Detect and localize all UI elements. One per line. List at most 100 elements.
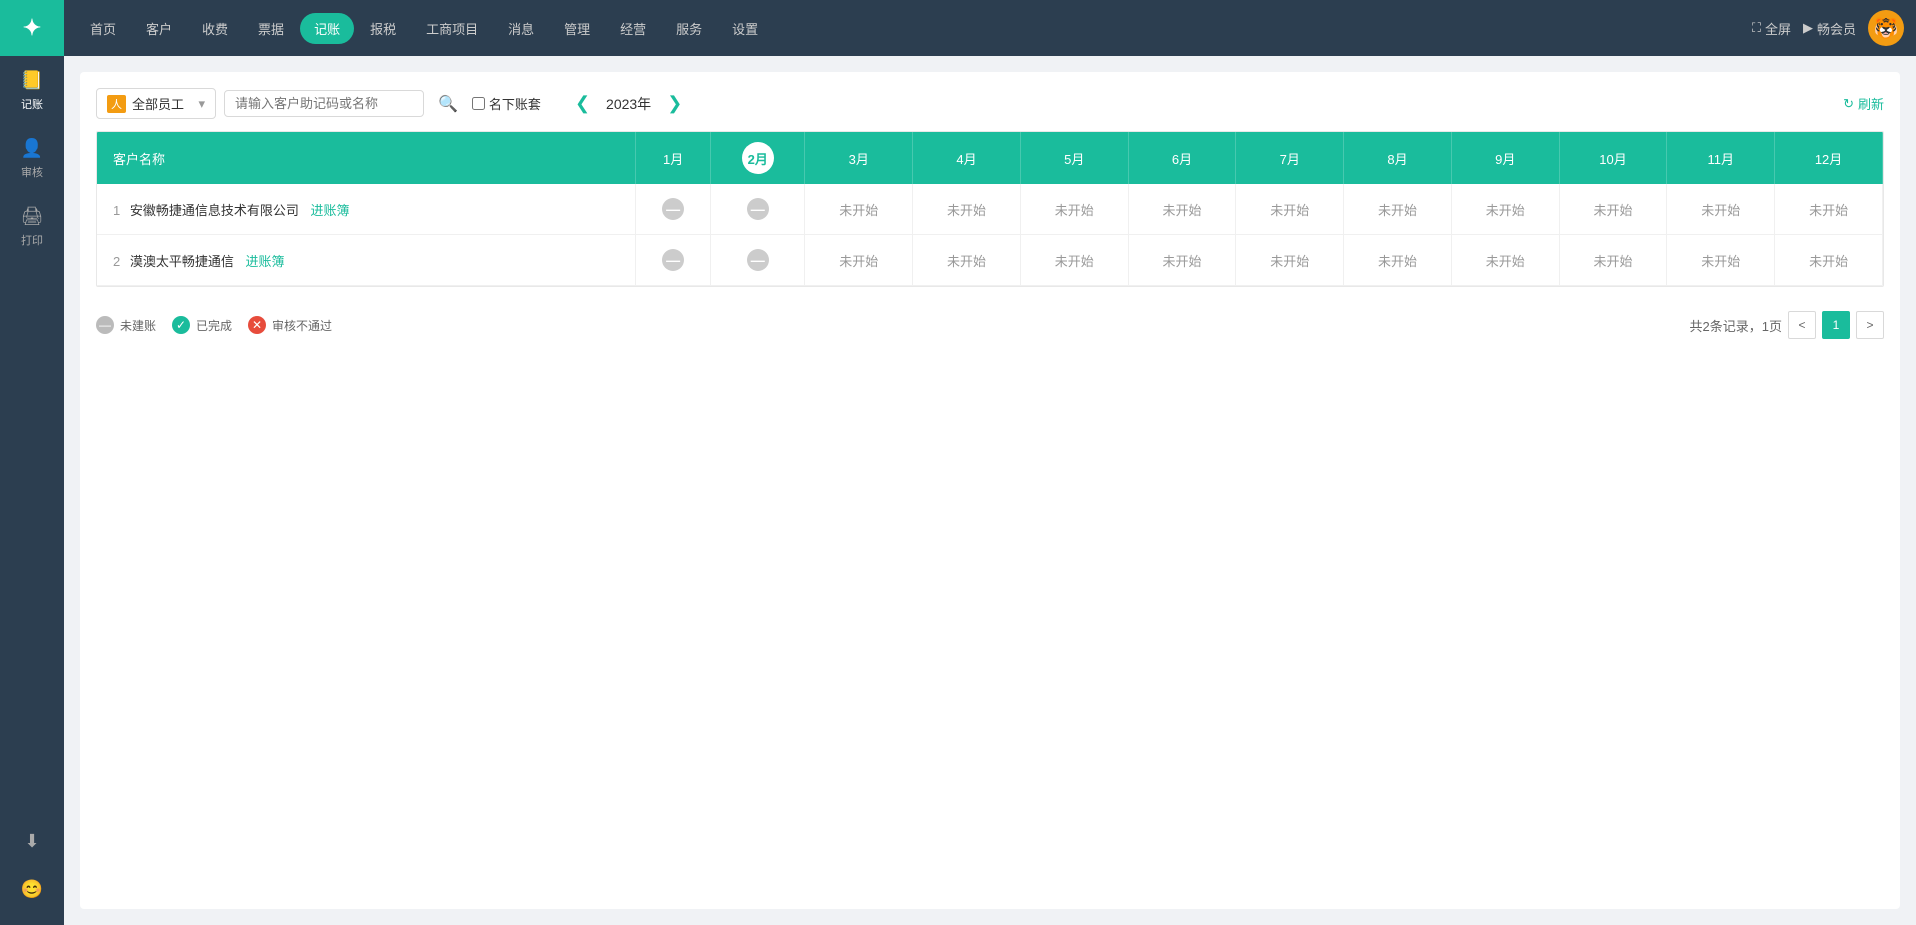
footer: — 未建账✓ 已完成✕ 审核不通过 共2条记录，1页 < 1 > [96,299,1884,339]
refresh-icon: ↻ [1843,96,1854,112]
month-cell-m2: — [711,235,805,286]
chevron-down-icon: ▾ [198,96,205,112]
month-cell-m3: 未开始 [805,235,913,286]
employee-select[interactable]: 人 全部员工 ▾ [96,88,216,119]
sidebar-item-audit[interactable]: 👤 审核 [0,124,64,192]
topnav-item-billing[interactable]: 收费 [188,13,242,44]
sidebar-item-print[interactable]: 🖨 打印 [0,192,64,260]
month-cell-m9: 未开始 [1451,184,1559,235]
sidebar-item-label-bookkeeping: 记账 [21,96,43,112]
not-started-label: 未开始 [1163,203,1202,218]
sidebar-logo[interactable]: ✦ [0,0,64,56]
enter-ledger-link[interactable]: 进账簿 [246,254,285,269]
topnav-item-management[interactable]: 管理 [550,13,604,44]
legend-dot-not-built: — [96,316,114,334]
table-row: 2 漠澳太平畅捷通信 进账簿——未开始未开始未开始未开始未开始未开始未开始未开始… [97,235,1883,286]
sidebar-item-support[interactable]: 😊 [0,865,64,913]
col-header-m7: 7月 [1236,132,1344,184]
col-header-m1: 1月 [636,132,711,184]
year-next-btn[interactable]: ❯ [661,91,688,116]
customer-name: 漠澳太平畅捷通信 [130,254,234,269]
active-month-circle: 2月 [742,142,774,174]
col-header-m11: 11月 [1667,132,1775,184]
not-started-label: 未开始 [1486,203,1525,218]
topnav-item-tax[interactable]: 报税 [356,13,410,44]
sidebar-item-label-print: 打印 [21,232,43,248]
support-icon: 😊 [20,877,44,901]
col-header-m3: 3月 [805,132,913,184]
topnav-item-business[interactable]: 工商项目 [412,13,492,44]
not-started-label: 未开始 [947,254,986,269]
not-started-label: 未开始 [1055,203,1094,218]
col-header-name: 客户名称 [97,132,636,184]
search-input[interactable] [224,90,424,117]
col-header-m2: 2月 [711,132,805,184]
user-avatar[interactable]: 🐯 [1868,10,1904,46]
col-header-m6: 6月 [1128,132,1236,184]
col-header-m9: 9月 [1451,132,1559,184]
not-started-label: 未开始 [839,203,878,218]
month-cell-m3: 未开始 [805,184,913,235]
next-page-btn[interactable]: > [1856,311,1884,339]
month-cell-m7: 未开始 [1236,235,1344,286]
checkbox-input[interactable] [472,97,485,110]
not-started-label: 未开始 [839,254,878,269]
topnav-item-bookkeeping[interactable]: 记账 [300,13,354,44]
legend-dot-completed: ✓ [172,316,190,334]
row-index: 1 [113,203,120,218]
enter-ledger-link[interactable]: 进账簿 [311,203,350,218]
month-cell-m2: — [711,184,805,235]
topnav-item-home[interactable]: 首页 [76,13,130,44]
legend-rejected: ✕ 审核不通过 [248,316,332,334]
content-area: 人 全部员工 ▾ 🔍 名下账套 ❮ 2023年 ❯ ↻ 刷新 [64,56,1916,925]
not-started-label: 未开始 [1378,203,1417,218]
fullscreen-btn[interactable]: ⛶ 全屏 [1752,19,1791,38]
topnav-item-customer[interactable]: 客户 [132,13,186,44]
audit-icon: 👤 [20,136,44,160]
search-button[interactable]: 🔍 [432,90,464,118]
sidebar-bottom: ⬇ 😊 [0,817,64,925]
sidebar: ✦ 📒 记账👤 审核🖨 打印 ⬇ 😊 [0,0,64,925]
status-dash-icon: — [662,249,684,271]
month-cell-m12: 未开始 [1775,235,1883,286]
not-started-label: 未开始 [1809,254,1848,269]
month-cell-m6: 未开始 [1128,184,1236,235]
status-dash-icon: — [662,198,684,220]
customer-name-cell: 1 安徽畅捷通信息技术有限公司 进账簿 [97,184,636,235]
fullscreen-label: 全屏 [1765,19,1791,38]
checkbox-label[interactable]: 名下账套 [472,94,541,113]
topnav-item-service[interactable]: 服务 [662,13,716,44]
year-prev-btn[interactable]: ❮ [569,91,596,116]
not-started-label: 未开始 [1594,254,1633,269]
month-cell-m11: 未开始 [1667,184,1775,235]
sidebar-item-bookkeeping[interactable]: 📒 记账 [0,56,64,124]
topnav-item-settings[interactable]: 设置 [718,13,772,44]
vip-btn[interactable]: ▶ 畅会员 [1803,19,1856,38]
refresh-button[interactable]: ↻ 刷新 [1843,94,1884,113]
not-started-label: 未开始 [1809,203,1848,218]
year-display: 2023年 [606,94,651,114]
legend-dot-rejected: ✕ [248,316,266,334]
topnav: 首页客户收费票据记账报税工商项目消息管理经营服务设置 ⛶ 全屏 ▶ 畅会员 🐯 [64,0,1916,56]
fullscreen-icon: ⛶ [1752,20,1761,36]
col-header-m4: 4月 [913,132,1021,184]
month-cell-m4: 未开始 [913,235,1021,286]
topnav-right: ⛶ 全屏 ▶ 畅会员 🐯 [1752,10,1904,46]
topnav-item-operation[interactable]: 经营 [606,13,660,44]
current-page-btn[interactable]: 1 [1822,311,1850,339]
month-cell-m10: 未开始 [1559,184,1667,235]
not-started-label: 未开始 [1701,203,1740,218]
pagination-total: 共2条记录，1页 [1690,316,1782,335]
vip-icon: ▶ [1803,20,1813,36]
not-started-label: 未开始 [947,203,986,218]
not-started-label: 未开始 [1594,203,1633,218]
month-cell-m12: 未开始 [1775,184,1883,235]
sidebar-item-download[interactable]: ⬇ [0,817,64,865]
table-container: 客户名称1月2月3月4月5月6月7月8月9月10月11月12月 1 安徽畅捷通信… [96,131,1884,287]
topnav-item-invoice[interactable]: 票据 [244,13,298,44]
month-cell-m1: — [636,184,711,235]
month-cell-m4: 未开始 [913,184,1021,235]
pagination: 共2条记录，1页 < 1 > [1690,311,1884,339]
topnav-item-message[interactable]: 消息 [494,13,548,44]
prev-page-btn[interactable]: < [1788,311,1816,339]
